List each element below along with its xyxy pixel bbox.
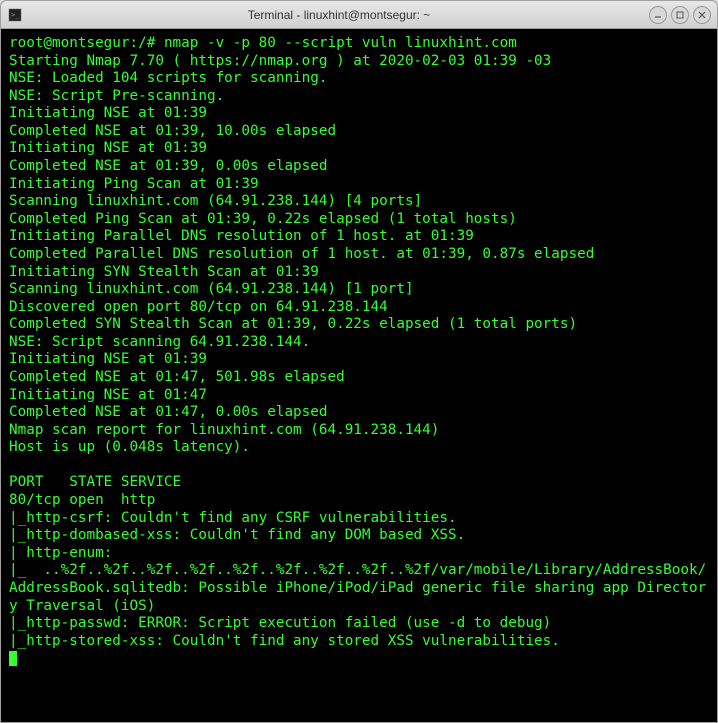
minimize-button[interactable]	[649, 6, 667, 24]
window-title: Terminal - linuxhint@montsegur: ~	[29, 8, 649, 22]
titlebar[interactable]: >_ Terminal - linuxhint@montsegur: ~	[1, 1, 717, 29]
terminal-output: Starting Nmap 7.70 ( https://nmap.org ) …	[9, 53, 706, 649]
prompt-path: :/#	[130, 35, 156, 51]
close-button[interactable]	[693, 6, 711, 24]
cursor	[9, 651, 17, 666]
command-text: nmap -v -p 80 --script vuln linuxhint.co…	[164, 35, 517, 51]
app-icon: >_	[7, 7, 23, 23]
window-controls	[649, 6, 711, 24]
maximize-button[interactable]	[671, 6, 689, 24]
terminal-body[interactable]: root@montsegur:/# nmap -v -p 80 --script…	[1, 29, 717, 722]
svg-text:>_: >_	[11, 11, 20, 19]
terminal-window: >_ Terminal - linuxhint@montsegur: ~ roo…	[0, 0, 718, 723]
prompt-user: root@montsegur	[9, 35, 130, 51]
